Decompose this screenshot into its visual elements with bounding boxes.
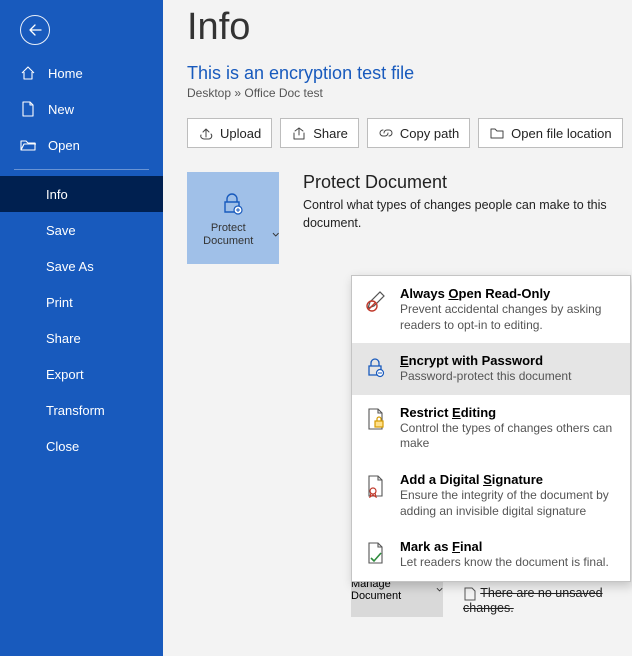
menu-item-desc: Let readers know the document is final. <box>400 555 618 571</box>
doc-ribbon-icon <box>362 472 390 500</box>
menu-item-read-only[interactable]: Always Open Read-Only Prevent accidental… <box>352 276 630 343</box>
menu-item-desc: Password-protect this document <box>400 369 618 385</box>
folder-icon <box>489 125 505 141</box>
menu-item-title: Mark as Final <box>400 539 618 554</box>
lock-key-icon <box>362 353 390 381</box>
doc-check-icon <box>362 539 390 567</box>
menu-item-desc: Prevent accidental changes by asking rea… <box>400 302 618 333</box>
menu-item-title: Encrypt with Password <box>400 353 618 368</box>
share-button[interactable]: Share <box>280 118 359 148</box>
folder-open-icon <box>20 137 36 153</box>
sidebar-divider <box>14 169 149 170</box>
protect-document-menu: Always Open Read-Only Prevent accidental… <box>351 275 631 582</box>
button-label: Copy path <box>400 126 459 141</box>
sidebar-item-label: Share <box>46 331 81 346</box>
section-title: Protect Document <box>303 172 622 193</box>
sidebar-item-label: Export <box>46 367 84 382</box>
menu-item-desc: Ensure the integrity of the document by … <box>400 488 618 519</box>
protect-document-tile[interactable]: Protect Document <box>187 172 279 264</box>
sidebar-item-save-as[interactable]: Save As <box>0 248 163 284</box>
sidebar-item-label: Open <box>48 138 80 153</box>
button-label: Upload <box>220 126 261 141</box>
menu-item-title: Restrict Editing <box>400 405 618 420</box>
upload-icon <box>198 125 214 141</box>
backstage-sidebar: Home New Open Info Save Save As Print <box>0 0 163 656</box>
sidebar-item-label: Save As <box>46 259 94 274</box>
menu-item-mark-final[interactable]: Mark as Final Let readers know the docum… <box>352 529 630 581</box>
sidebar-item-export[interactable]: Export <box>0 356 163 392</box>
sidebar-item-label: Home <box>48 66 83 81</box>
sidebar-item-open[interactable]: Open <box>0 127 163 163</box>
menu-item-digital-signature[interactable]: Add a Digital Signature Ensure the integ… <box>352 462 630 529</box>
doc-icon <box>463 587 477 601</box>
tile-label: Protect Document <box>187 222 270 248</box>
menu-item-title: Always Open Read-Only <box>400 286 618 301</box>
pencil-slash-icon <box>362 286 390 314</box>
share-icon <box>291 125 307 141</box>
main-panel: Info This is an encryption test file Des… <box>163 0 632 656</box>
open-file-location-button[interactable]: Open file location <box>478 118 622 148</box>
menu-item-desc: Control the types of changes others can … <box>400 421 618 452</box>
back-button[interactable] <box>20 15 50 45</box>
unsaved-changes-text: There are no unsaved changes. <box>463 586 632 615</box>
page-title: Info <box>163 0 632 63</box>
copy-path-button[interactable]: Copy path <box>367 118 470 148</box>
button-label: Open file location <box>511 126 611 141</box>
sidebar-item-new[interactable]: New <box>0 91 163 127</box>
sidebar-item-transform[interactable]: Transform <box>0 392 163 428</box>
sidebar-item-label: Close <box>46 439 79 454</box>
sidebar-item-label: New <box>48 102 74 117</box>
protect-section: Protect Document Protect Document Contro… <box>163 172 632 280</box>
link-icon <box>378 125 394 141</box>
arrow-left-icon <box>28 23 42 37</box>
menu-item-encrypt-password[interactable]: Encrypt with Password Password-protect t… <box>352 343 630 395</box>
doc-lock-icon <box>362 405 390 433</box>
sidebar-item-info[interactable]: Info <box>0 176 163 212</box>
button-label: Share <box>313 126 348 141</box>
new-doc-icon <box>20 101 36 117</box>
sidebar-item-share[interactable]: Share <box>0 320 163 356</box>
sidebar-item-label: Transform <box>46 403 105 418</box>
menu-item-restrict-editing[interactable]: Restrict Editing Control the types of ch… <box>352 395 630 462</box>
home-icon <box>20 65 36 81</box>
chevron-down-icon <box>436 586 443 594</box>
sidebar-item-home[interactable]: Home <box>0 55 163 91</box>
sidebar-item-save[interactable]: Save <box>0 212 163 248</box>
sidebar-item-print[interactable]: Print <box>0 284 163 320</box>
sidebar-item-label: Save <box>46 223 76 238</box>
sidebar-item-label: Print <box>46 295 73 310</box>
document-title: This is an encryption test file <box>163 63 632 86</box>
lock-shield-icon <box>218 188 248 218</box>
sidebar-item-label: Info <box>46 187 68 202</box>
upload-button[interactable]: Upload <box>187 118 272 148</box>
breadcrumb: Desktop » Office Doc test <box>163 86 632 118</box>
section-desc: Control what types of changes people can… <box>303 197 622 232</box>
action-bar: Upload Share Copy path Open file locatio… <box>163 118 632 172</box>
chevron-down-icon <box>272 231 280 239</box>
sidebar-item-close[interactable]: Close <box>0 428 163 464</box>
menu-item-title: Add a Digital Signature <box>400 472 618 487</box>
